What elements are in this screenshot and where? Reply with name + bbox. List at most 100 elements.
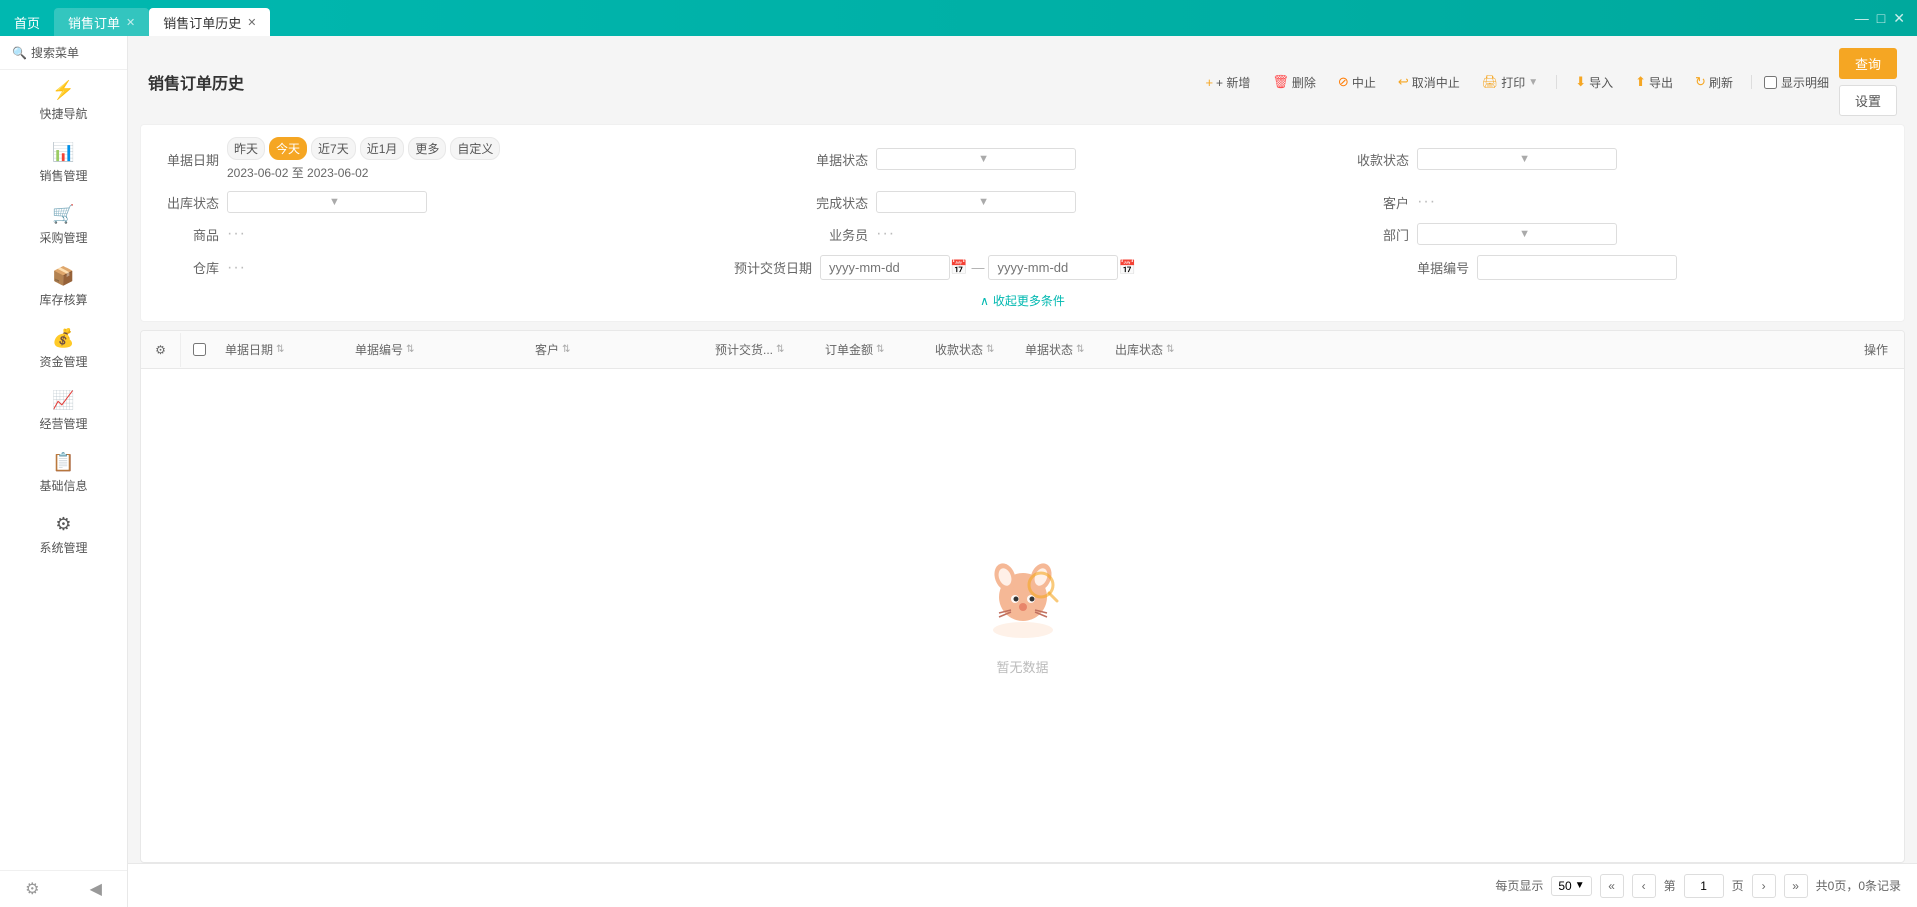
close-btn[interactable]: ✕: [1893, 10, 1905, 27]
table-header: ⚙ 单据日期 ⇅ 单据编号 ⇅ 客户 ⇅ 预计交货...: [141, 331, 1904, 369]
cancel-stop-label: 取消中止: [1412, 74, 1460, 91]
filter-customer-col: 客户 ···: [1347, 193, 1888, 212]
divider-2: [1751, 75, 1752, 89]
sort-number-icon[interactable]: ⇅: [406, 344, 414, 355]
date-btn-custom[interactable]: 自定义: [450, 137, 500, 160]
new-icon: +: [1205, 75, 1213, 90]
out-status-select[interactable]: ▼: [227, 191, 427, 213]
sort-delivery-icon[interactable]: ⇅: [776, 344, 784, 355]
sidebar-item-operations[interactable]: 📈 经营管理: [0, 380, 127, 442]
payment-status-select[interactable]: ▼: [1417, 148, 1617, 170]
th-gear[interactable]: ⚙: [141, 333, 181, 367]
tab-sales-history-label: 销售订单历史: [163, 13, 241, 32]
th-check[interactable]: [181, 333, 217, 366]
date-btn-more[interactable]: 更多: [408, 137, 446, 160]
warehouse-picker[interactable]: ···: [227, 259, 246, 277]
sort-out-status-icon[interactable]: ⇅: [1166, 344, 1174, 355]
bill-number-input[interactable]: [1477, 255, 1677, 280]
filter-bill-status-col: 单据状态 ▼: [806, 148, 1347, 170]
sidebar-item-quick-nav[interactable]: ⚡ 快捷导航: [0, 70, 127, 132]
collapse-btn[interactable]: ∧ 收起更多条件: [980, 292, 1065, 309]
tab-sales-order[interactable]: 销售订单 ✕: [54, 8, 149, 36]
window-controls: — □ ✕: [1855, 10, 1917, 27]
sales-mgmt-icon: 📊: [52, 142, 74, 163]
sidebar-search[interactable]: 🔍 搜索菜单: [0, 36, 127, 70]
sidebar-settings-icon[interactable]: ⚙: [25, 879, 39, 899]
delete-btn[interactable]: 🗑 删除: [1266, 70, 1322, 95]
total-info: 共0页，0条记录: [1816, 877, 1901, 894]
cancel-stop-btn[interactable]: ↩ 取消中止: [1392, 70, 1466, 95]
last-page-icon: »: [1792, 879, 1799, 893]
goods-picker[interactable]: ···: [227, 225, 246, 243]
empty-text: 暂无数据: [996, 657, 1048, 676]
date-buttons: 昨天 今天 近7天 近1月 更多 自定义: [227, 137, 500, 160]
sidebar-item-purchase-mgmt[interactable]: 🛒 采购管理: [0, 194, 127, 256]
page-size-select[interactable]: 50 ▼: [1551, 876, 1591, 896]
restore-btn[interactable]: □: [1877, 10, 1885, 26]
prev-page-btn[interactable]: ‹: [1632, 874, 1656, 898]
cal-from-icon[interactable]: 📅: [950, 259, 967, 276]
last-page-btn[interactable]: »: [1784, 874, 1808, 898]
th-date: 单据日期 ⇅: [217, 331, 347, 368]
sidebar-collapse-icon[interactable]: ◀: [90, 879, 102, 899]
sidebar-item-inventory[interactable]: 📦 库存核算: [0, 256, 127, 318]
salesperson-picker[interactable]: ···: [876, 225, 895, 243]
stop-btn[interactable]: ⊘ 中止: [1332, 70, 1382, 95]
salesperson-label: 业务员: [806, 225, 876, 244]
date-btn-yesterday[interactable]: 昨天: [227, 137, 265, 160]
th-ops: 操作: [1197, 331, 1904, 368]
tab-sales-order-close[interactable]: ✕: [126, 16, 135, 29]
th-ops-label: 操作: [1864, 341, 1888, 358]
bill-status-select[interactable]: ▼: [876, 148, 1076, 170]
sort-date-icon[interactable]: ⇅: [276, 344, 284, 355]
export-btn[interactable]: ⬆ 导出: [1629, 70, 1679, 95]
sidebar-item-sales-mgmt[interactable]: 📊 销售管理: [0, 132, 127, 194]
filter-delivery-date-col: 预计交货日期 📅 — 📅: [734, 255, 1407, 280]
print-icon: 🖨: [1482, 74, 1499, 90]
first-page-icon: «: [1608, 879, 1615, 893]
sort-pay-status-icon[interactable]: ⇅: [986, 344, 994, 355]
delivery-date-from-input[interactable]: [820, 255, 950, 280]
show-detail-input[interactable]: [1764, 76, 1777, 89]
sidebar-item-sys-mgmt[interactable]: ⚙ 系统管理: [0, 504, 127, 566]
goods-label: 商品: [157, 225, 227, 244]
delete-label: 删除: [1292, 74, 1316, 91]
dept-arrow-icon: ▼: [1519, 228, 1608, 240]
first-page-btn[interactable]: «: [1600, 874, 1624, 898]
minimize-btn[interactable]: —: [1855, 10, 1869, 26]
tab-home[interactable]: 首页: [0, 8, 54, 36]
next-page-btn[interactable]: ›: [1752, 874, 1776, 898]
th-delivery-label: 预计交货...: [715, 341, 773, 358]
page-unit-label: 页: [1732, 877, 1744, 894]
query-btn[interactable]: 查询: [1839, 48, 1897, 79]
sidebar-item-basic-info[interactable]: 📋 基础信息: [0, 442, 127, 504]
delivery-date-to-input[interactable]: [988, 255, 1118, 280]
tab-sales-history[interactable]: 销售订单历史 ✕: [149, 8, 270, 36]
select-all-checkbox[interactable]: [193, 343, 206, 356]
th-amount-label: 订单金额: [825, 341, 873, 358]
cal-to-icon[interactable]: 📅: [1118, 259, 1135, 276]
new-btn[interactable]: + + 新增: [1199, 70, 1256, 95]
customer-picker[interactable]: ···: [1417, 193, 1436, 211]
sort-bill-status-icon[interactable]: ⇅: [1076, 344, 1084, 355]
page-header: 销售订单历史 + + 新增 🗑 删除 ⊘ 中止 ↩ 取消中止: [128, 36, 1917, 124]
sys-mgmt-icon: ⚙: [55, 514, 71, 535]
refresh-btn[interactable]: ↻ 刷新: [1689, 70, 1739, 95]
tab-sales-history-close[interactable]: ✕: [247, 16, 256, 29]
show-detail-checkbox[interactable]: 显示明细: [1764, 74, 1829, 91]
date-btn-1month[interactable]: 近1月: [360, 137, 405, 160]
sidebar-item-finance[interactable]: 💰 资金管理: [0, 318, 127, 380]
import-btn[interactable]: ⬇ 导入: [1569, 70, 1619, 95]
complete-status-label: 完成状态: [806, 193, 876, 212]
sort-amount-icon[interactable]: ⇅: [876, 344, 884, 355]
complete-status-select[interactable]: ▼: [876, 191, 1076, 213]
sort-customer-icon[interactable]: ⇅: [562, 344, 570, 355]
dept-select[interactable]: ▼: [1417, 223, 1617, 245]
print-btn[interactable]: 🖨 打印 ▼: [1476, 70, 1544, 95]
date-btn-today[interactable]: 今天: [269, 137, 307, 160]
filter-warehouse-col: 仓库 ···: [157, 258, 734, 277]
date-btn-7days[interactable]: 近7天: [311, 137, 356, 160]
filter-dept-col: 部门 ▼: [1347, 223, 1888, 245]
setting-btn[interactable]: 设置: [1839, 85, 1897, 116]
page-input[interactable]: [1684, 874, 1724, 898]
